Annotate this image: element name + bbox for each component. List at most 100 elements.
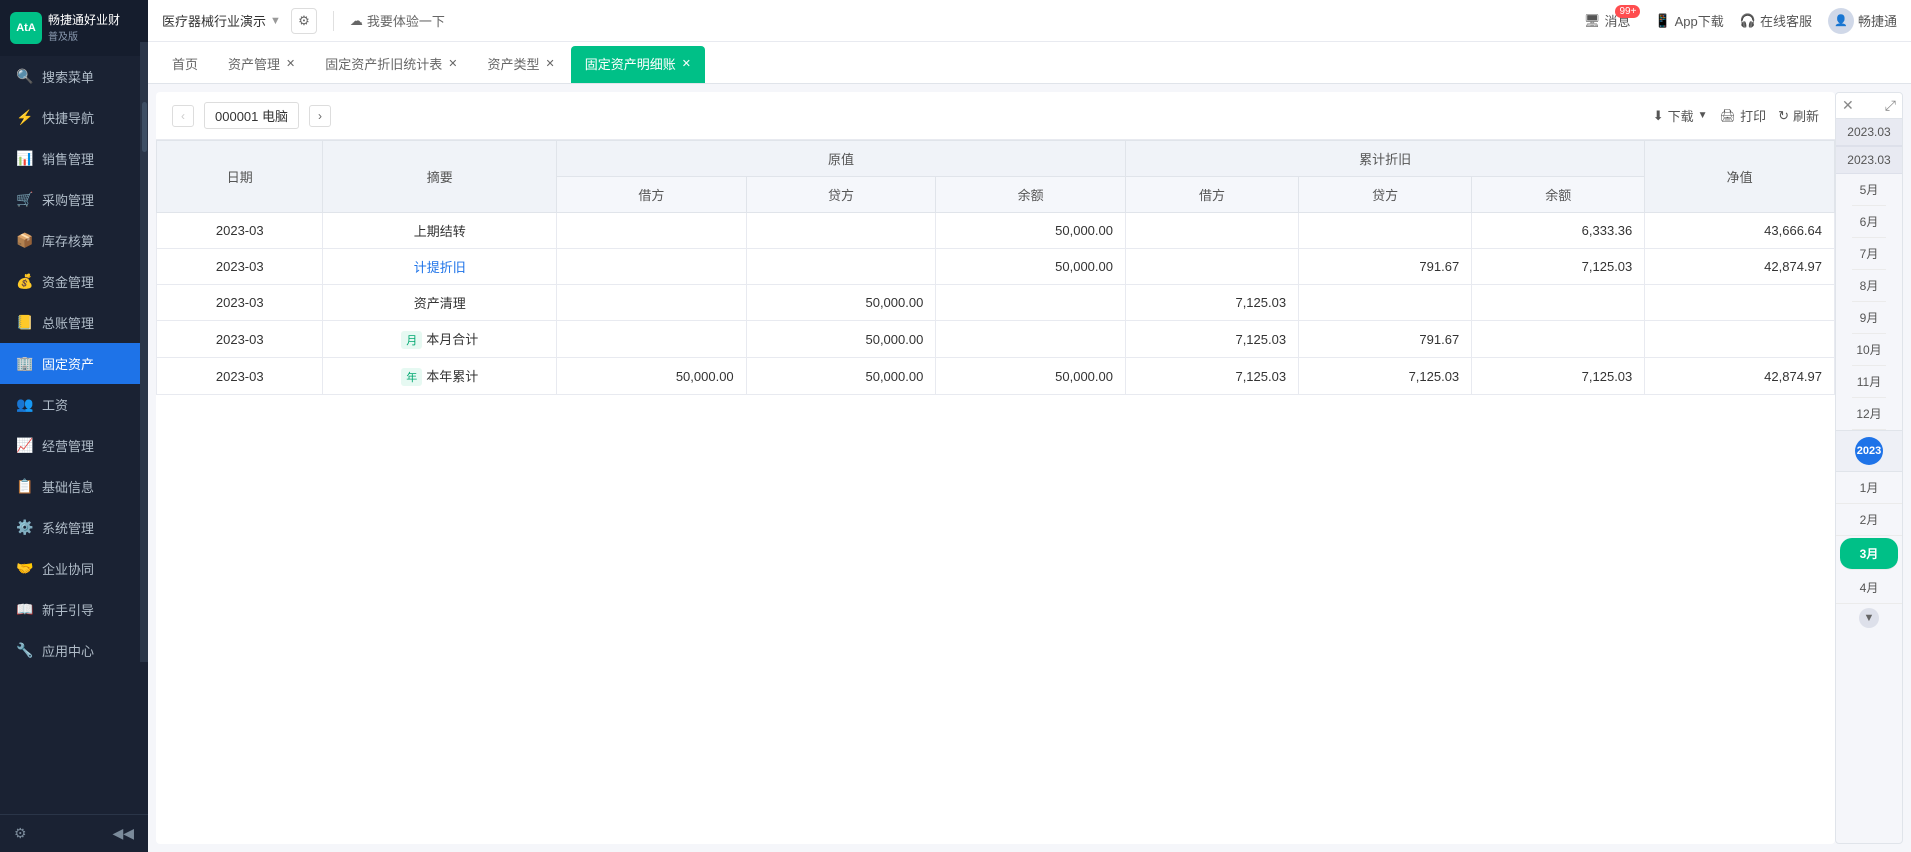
tab-asset-type[interactable]: 资产类型 ✕ bbox=[473, 46, 568, 83]
sidebar-item-collab[interactable]: 🤝 企业协同 bbox=[0, 548, 148, 589]
col-balance2: 余额 bbox=[1472, 177, 1645, 213]
scroll-down-button[interactable]: ▼ bbox=[1859, 608, 1879, 628]
collapse-icon[interactable]: ◀◀ bbox=[112, 825, 134, 842]
cell-date: 2023-03 bbox=[157, 358, 323, 395]
finance-icon: 💰 bbox=[16, 273, 34, 291]
print-button[interactable]: 🖨 打印 bbox=[1720, 106, 1767, 125]
company-arrow-icon: ▼ bbox=[270, 15, 281, 27]
download-button[interactable]: 📱 App下载 bbox=[1654, 11, 1723, 30]
sidebar-item-finance[interactable]: 💰 资金管理 bbox=[0, 261, 148, 302]
tab-asset-type-close[interactable]: ✕ bbox=[546, 57, 555, 70]
tab-asset-management[interactable]: 资产管理 ✕ bbox=[214, 46, 309, 83]
topbar-divider bbox=[333, 11, 334, 31]
sidebar-item-label: 总账管理 bbox=[42, 313, 94, 332]
service-button[interactable]: 🎧 在线客服 bbox=[1740, 11, 1812, 30]
col-net-value: 净值 bbox=[1645, 141, 1835, 213]
sidebar: AtA 畅捷通好业财 普及版 🔍 搜索菜单 ⚡ 快捷导航 📊 销售管理 🛒 采购… bbox=[0, 0, 148, 852]
settings-icon[interactable]: ⚙ bbox=[14, 825, 27, 842]
download-arrow-icon: ▼ bbox=[1698, 110, 1708, 121]
tab-asset-ledger-label: 固定资产明细账 bbox=[585, 54, 676, 73]
sidebar-item-guide[interactable]: 📖 新手引导 bbox=[0, 589, 148, 630]
date-month-9[interactable]: 9月 bbox=[1852, 302, 1885, 334]
date-month-8[interactable]: 8月 bbox=[1852, 270, 1885, 302]
content-area: ‹ 000001 电脑 › ⬇ 下载 ▼ 🖨 打印 ↻ 刷新 bbox=[148, 84, 1911, 852]
experience-button[interactable]: ☁ 我要体验一下 bbox=[350, 11, 445, 30]
col-date: 日期 bbox=[157, 141, 323, 213]
sidebar-item-label: 应用中心 bbox=[42, 641, 94, 660]
sidebar-item-search[interactable]: 🔍 搜索菜单 bbox=[0, 56, 148, 97]
tab-asset-ledger[interactable]: 固定资产明细账 ✕ bbox=[571, 46, 705, 83]
tab-depreciation-stats[interactable]: 固定资产折旧统计表 ✕ bbox=[311, 46, 471, 83]
sidebar-item-label: 基础信息 bbox=[42, 477, 94, 496]
sidebar-item-label: 采购管理 bbox=[42, 190, 94, 209]
date-month-2[interactable]: 2月 bbox=[1836, 504, 1902, 536]
company-selector[interactable]: 医疗器械行业演示 ▼ bbox=[162, 11, 281, 30]
quicknav-icon: ⚡ bbox=[16, 109, 34, 127]
sidebar-item-label: 固定资产 bbox=[42, 354, 94, 373]
date-month-5[interactable]: 5月 bbox=[1852, 174, 1885, 206]
date-month-11[interactable]: 11月 bbox=[1852, 366, 1885, 398]
table-row: 2023-03 上期结转 50,000.00 6,333.36 43,666.6… bbox=[157, 213, 1835, 249]
refresh-button[interactable]: ↻ 刷新 bbox=[1778, 106, 1819, 125]
sidebar-item-sysadmin[interactable]: ⚙️ 系统管理 bbox=[0, 507, 148, 548]
tab-asset-management-close[interactable]: ✕ bbox=[286, 57, 295, 70]
sidebar-item-sales[interactable]: 📊 销售管理 bbox=[0, 138, 148, 179]
fixed-assets-icon: 🏢 bbox=[16, 355, 34, 373]
company-name: 医疗器械行业演示 bbox=[162, 11, 266, 30]
next-asset-button[interactable]: › bbox=[309, 105, 331, 127]
sidebar-item-ledger[interactable]: 📒 总账管理 bbox=[0, 302, 148, 343]
tab-home[interactable]: 首页 bbox=[158, 46, 212, 83]
date-month-7[interactable]: 7月 bbox=[1852, 238, 1885, 270]
cell-credit2: 7,125.03 bbox=[1299, 358, 1472, 395]
sidebar-item-appcenter[interactable]: 🔧 应用中心 bbox=[0, 630, 148, 671]
service-label: 在线客服 bbox=[1760, 11, 1812, 30]
guide-icon: 📖 bbox=[16, 601, 34, 619]
message-button[interactable]: 🖥 消息 99+ bbox=[1584, 11, 1631, 30]
sales-icon: 📊 bbox=[16, 150, 34, 168]
cell-debit1 bbox=[557, 249, 747, 285]
prev-asset-button[interactable]: ‹ bbox=[172, 105, 194, 127]
expand-panel-icon[interactable]: ⤢ bbox=[1885, 97, 1896, 114]
tab-asset-type-label: 资产类型 bbox=[487, 54, 539, 73]
sidebar-item-fixed-assets[interactable]: 🏢 固定资产 bbox=[0, 343, 148, 384]
topbar-settings-button[interactable]: ⚙ bbox=[291, 8, 317, 34]
cell-date: 2023-03 bbox=[157, 213, 323, 249]
date-month-1[interactable]: 1月 bbox=[1836, 472, 1902, 504]
cell-debit2 bbox=[1125, 249, 1298, 285]
basicinfo-icon: 📋 bbox=[16, 478, 34, 496]
sidebar-item-inventory[interactable]: 📦 库存核算 bbox=[0, 220, 148, 261]
print-icon: 🖨 bbox=[1720, 108, 1737, 124]
sidebar-item-basicinfo[interactable]: 📋 基础信息 bbox=[0, 466, 148, 507]
cell-net bbox=[1645, 321, 1835, 358]
message-icon: 🖥 bbox=[1584, 13, 1601, 29]
sidebar-item-purchase[interactable]: 🛒 采购管理 bbox=[0, 179, 148, 220]
date-month-4[interactable]: 4月 bbox=[1836, 572, 1902, 604]
sidebar-item-label: 企业协同 bbox=[42, 559, 94, 578]
cell-net bbox=[1645, 285, 1835, 321]
sidebar-item-operations[interactable]: 📈 经营管理 bbox=[0, 425, 148, 466]
sidebar-item-payroll[interactable]: 👥 工资 bbox=[0, 384, 148, 425]
tab-depreciation-stats-close[interactable]: ✕ bbox=[448, 57, 457, 70]
panel-actions: ⬇ 下载 ▼ 🖨 打印 ↻ 刷新 bbox=[1653, 106, 1819, 125]
cell-summary: 资产清理 bbox=[323, 285, 557, 321]
sidebar-item-quicknav[interactable]: ⚡ 快捷导航 bbox=[0, 97, 148, 138]
cell-credit1: 50,000.00 bbox=[746, 321, 936, 358]
date-month-10[interactable]: 10月 bbox=[1852, 334, 1885, 366]
purchase-icon: 🛒 bbox=[16, 191, 34, 209]
cell-balance1 bbox=[936, 321, 1126, 358]
cell-debit2: 7,125.03 bbox=[1125, 358, 1298, 395]
year-badge-2023[interactable]: 2023 bbox=[1855, 437, 1883, 465]
col-debit1: 借方 bbox=[557, 177, 747, 213]
cell-debit1 bbox=[557, 213, 747, 249]
operations-icon: 📈 bbox=[16, 437, 34, 455]
tab-asset-ledger-close[interactable]: ✕ bbox=[682, 57, 691, 70]
date-month-3[interactable]: 3月 bbox=[1840, 538, 1898, 570]
col-original-value: 原值 bbox=[557, 141, 1126, 177]
cell-date: 2023-03 bbox=[157, 285, 323, 321]
date-month-12[interactable]: 12月 bbox=[1852, 398, 1885, 430]
close-panel-icon[interactable]: ✕ bbox=[1842, 97, 1854, 114]
col-debit2: 借方 bbox=[1125, 177, 1298, 213]
date-month-6[interactable]: 6月 bbox=[1852, 206, 1885, 238]
download-button[interactable]: ⬇ 下载 ▼ bbox=[1653, 106, 1708, 125]
user-button[interactable]: 👤 畅捷通 bbox=[1828, 8, 1897, 34]
